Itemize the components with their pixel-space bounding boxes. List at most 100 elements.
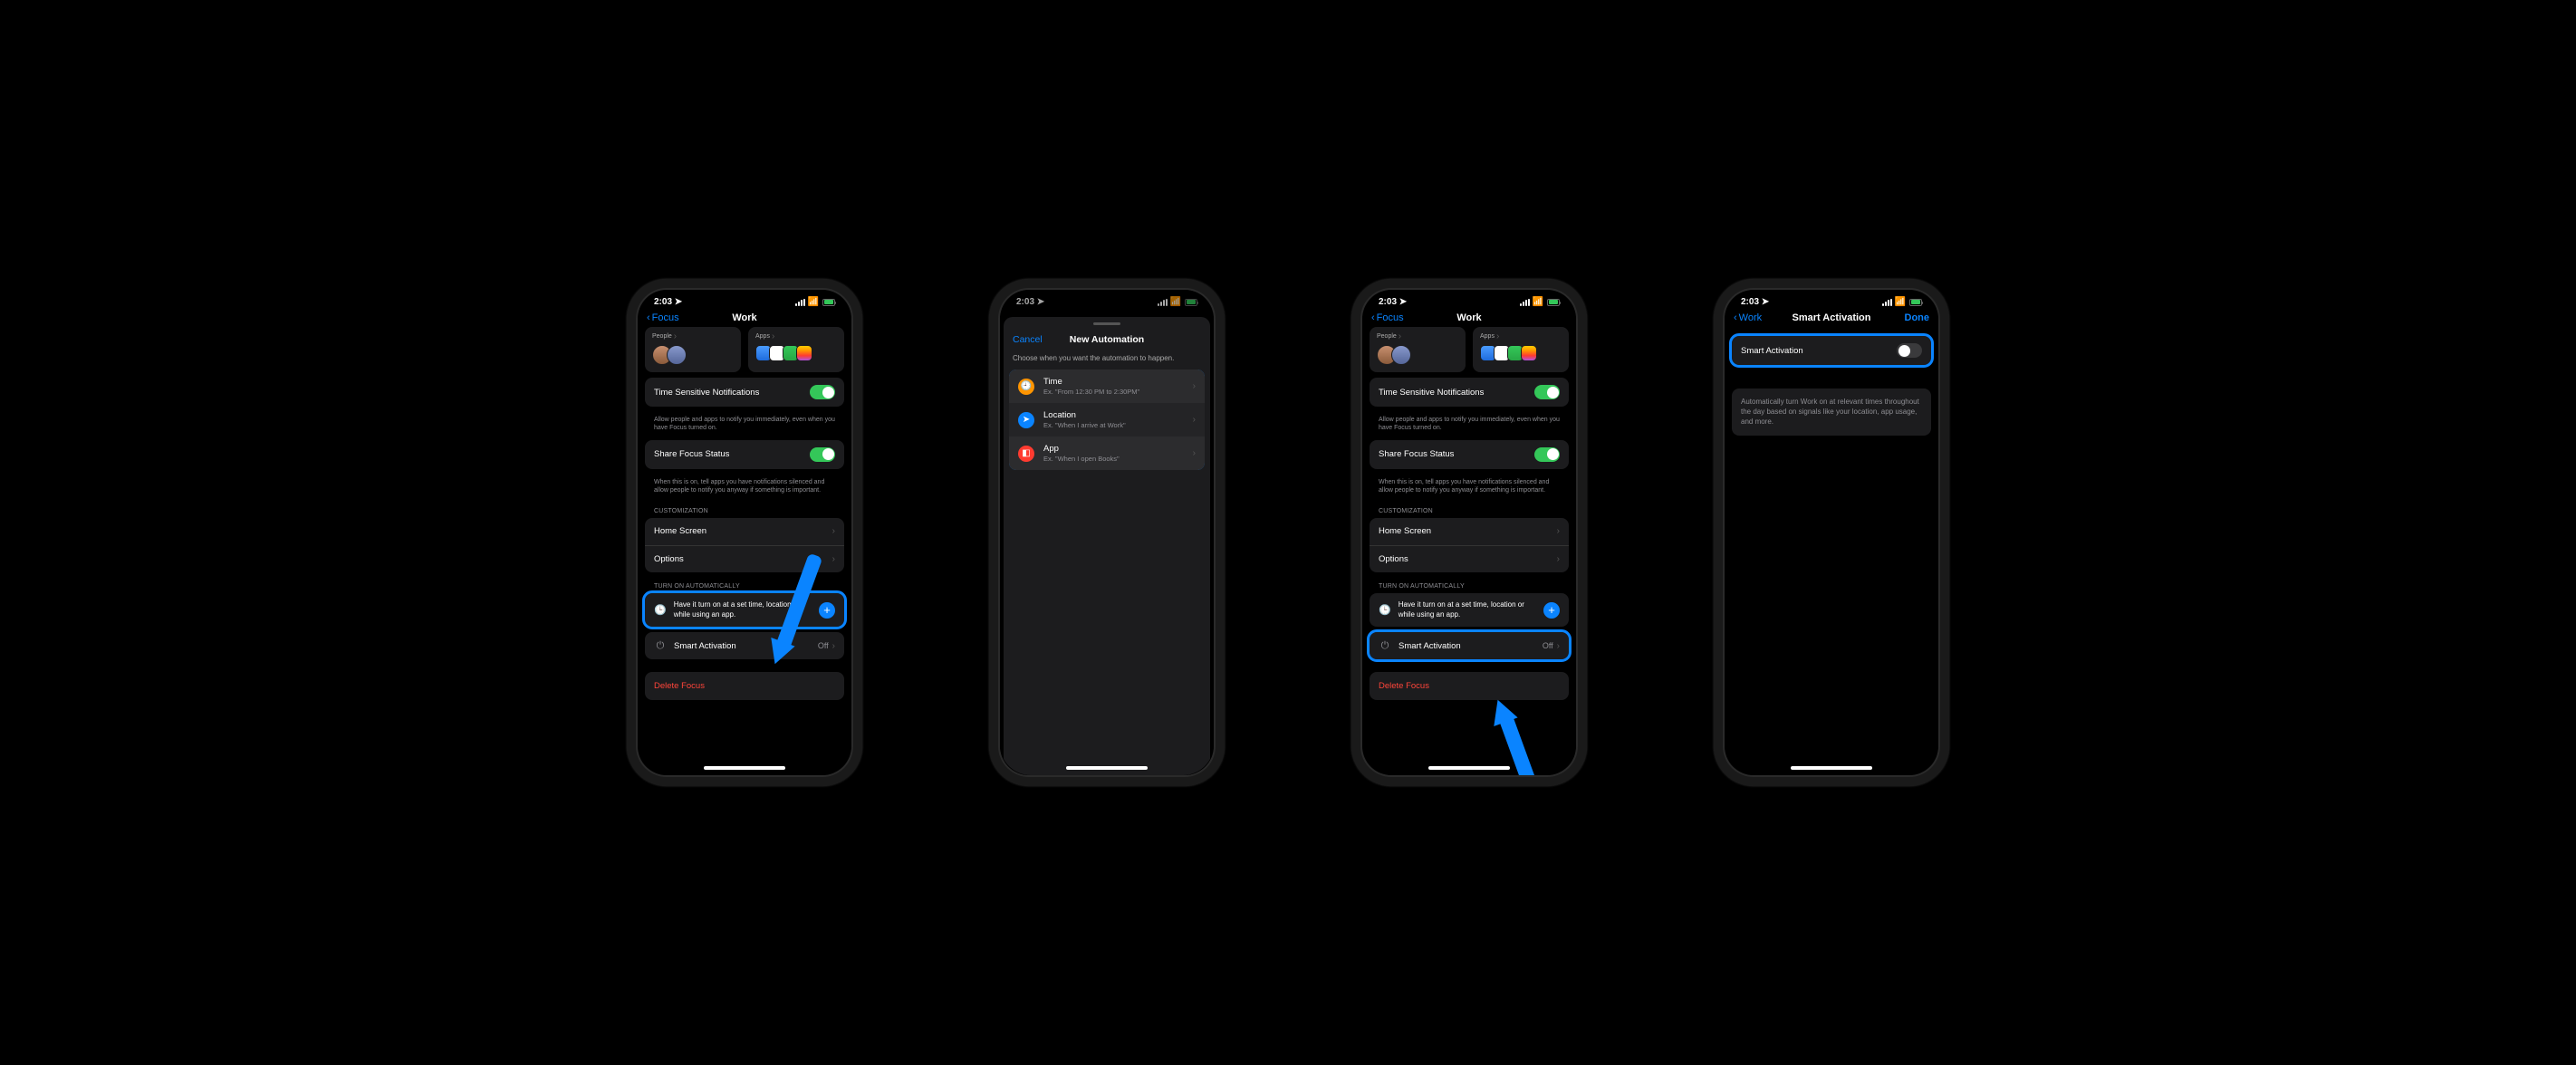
automation-app-row[interactable]: ◧ App Ex. "When I open Books" › (1009, 437, 1205, 470)
signal-icon (795, 299, 805, 306)
app-icon: ◧ (1018, 446, 1034, 462)
sheet-hint: Choose when you want the automation to h… (1004, 349, 1210, 369)
chevron-right-icon: › (674, 331, 677, 341)
share-footer: When this is on, tell apps you have noti… (1370, 475, 1569, 503)
battery-icon (1546, 299, 1560, 306)
home-label: Home Screen (1379, 526, 1431, 536)
notch (1786, 290, 1877, 310)
chevron-right-icon: › (1193, 381, 1196, 391)
time-sensitive-row[interactable]: Time Sensitive Notifications (1370, 378, 1569, 407)
home-indicator[interactable] (1066, 766, 1148, 770)
chevron-right-icon: › (1193, 448, 1196, 458)
chevron-left-icon: ‹ (1371, 312, 1375, 323)
add-automation-row[interactable]: 🕒 Have it turn on at a set time, locatio… (645, 593, 844, 628)
back-button[interactable]: ‹Work (1734, 312, 1762, 323)
people-label: People (652, 333, 672, 340)
tsn-toggle[interactable] (1534, 385, 1560, 399)
chevron-right-icon: › (1557, 641, 1560, 651)
people-avatars (652, 345, 734, 365)
tsn-toggle[interactable] (810, 385, 835, 399)
back-button[interactable]: ‹Focus (1371, 312, 1404, 323)
chevron-right-icon: › (1557, 526, 1560, 536)
time-sensitive-row[interactable]: Time Sensitive Notifications (645, 378, 844, 407)
status-icons: 📶 (1882, 297, 1922, 307)
share-focus-row[interactable]: Share Focus Status (645, 440, 844, 469)
automation-time-row[interactable]: 🕘 Time Ex. "From 12:30 PM to 2:30PM" › (1009, 369, 1205, 403)
auto-header: TURN ON AUTOMATICALLY (645, 578, 844, 593)
phone-smart-activation: 2:03 ➤ 📶 ‹Work Smart Activation Done Sma… (1714, 279, 1949, 786)
apps-card[interactable]: Apps› (1473, 327, 1569, 372)
smart-label: Smart Activation (1741, 346, 1803, 356)
smart-activation-row[interactable]: ⏻ Smart Activation Off › (645, 632, 844, 659)
apps-card[interactable]: Apps› (748, 327, 844, 372)
power-icon: ⏻ (654, 639, 667, 652)
apps-label: Apps (1480, 333, 1495, 340)
tsn-label: Time Sensitive Notifications (1379, 388, 1484, 398)
options-row[interactable]: Options› (1370, 545, 1569, 572)
smart-activation-row[interactable]: ⏻ Smart Activation Off › (1370, 632, 1569, 659)
status-time: 2:03 (1379, 297, 1397, 307)
chevron-right-icon: › (832, 526, 835, 536)
share-focus-row[interactable]: Share Focus Status (1370, 440, 1569, 469)
app-icon (796, 345, 812, 361)
notch (1424, 290, 1514, 310)
signal-icon (1882, 299, 1892, 306)
chevron-right-icon: › (1193, 415, 1196, 425)
home-label: Home Screen (654, 526, 706, 536)
smart-activation-toggle-row[interactable]: Smart Activation (1732, 336, 1931, 365)
smart-value: Off (818, 641, 829, 650)
back-label: Work (1739, 312, 1762, 323)
home-screen-row[interactable]: Home Screen › (1370, 518, 1569, 545)
add-automation-row[interactable]: 🕒 Have it turn on at a set time, locatio… (1370, 593, 1569, 628)
share-toggle[interactable] (810, 447, 835, 462)
wifi-icon: 📶 (808, 297, 819, 307)
chevron-left-icon: ‹ (1734, 312, 1737, 323)
battery-icon (822, 299, 835, 306)
chevron-right-icon: › (832, 641, 835, 651)
opt-title: Location (1043, 410, 1184, 420)
tsn-footer: Allow people and apps to notify you imme… (1370, 412, 1569, 440)
customization-header: CUSTOMIZATION (1370, 503, 1569, 518)
grabber[interactable] (1093, 322, 1120, 325)
smart-toggle[interactable] (1897, 343, 1922, 358)
back-label: Focus (652, 312, 679, 323)
status-time: 2:03 (1741, 297, 1759, 307)
sheet-title: New Automation (1004, 334, 1210, 345)
people-card[interactable]: People› (645, 327, 741, 372)
notch (1062, 290, 1152, 310)
wifi-icon: 📶 (1895, 297, 1906, 307)
home-indicator[interactable] (704, 766, 785, 770)
add-button[interactable]: + (819, 602, 835, 619)
phone-new-automation: 2:03 ➤ 📶 Cancel New Automation Choose wh… (989, 279, 1225, 786)
people-card[interactable]: People› (1370, 327, 1466, 372)
done-button[interactable]: Done (1905, 312, 1930, 323)
tsn-label: Time Sensitive Notifications (654, 388, 759, 398)
home-indicator[interactable] (1791, 766, 1872, 770)
smart-description: Automatically turn Work on at relevant t… (1741, 398, 1922, 427)
share-footer: When this is on, tell apps you have noti… (645, 475, 844, 503)
delete-focus-button[interactable]: Delete Focus (645, 672, 844, 700)
add-button[interactable]: + (1543, 602, 1560, 619)
status-time: 2:03 (654, 297, 672, 307)
back-button[interactable]: ‹Focus (647, 312, 679, 323)
home-screen-row[interactable]: Home Screen › (645, 518, 844, 545)
delete-focus-button[interactable]: Delete Focus (1370, 672, 1569, 700)
smart-label: Smart Activation (674, 641, 736, 651)
wifi-icon: 📶 (1533, 297, 1543, 307)
avatar (667, 345, 687, 365)
home-indicator[interactable] (1428, 766, 1510, 770)
app-icons (755, 345, 837, 361)
signal-icon (1520, 299, 1530, 306)
automation-location-row[interactable]: ➤ Location Ex. "When I arrive at Work" › (1009, 403, 1205, 437)
new-automation-sheet: Cancel New Automation Choose when you wa… (1004, 317, 1210, 775)
battery-icon (1908, 299, 1922, 306)
status-icons: 📶 (795, 297, 835, 307)
opt-sub: Ex. "From 12:30 PM to 2:30PM" (1043, 388, 1184, 396)
opt-title: App (1043, 444, 1184, 454)
status-icons: 📶 (1520, 297, 1560, 307)
customization-header: CUSTOMIZATION (645, 503, 844, 518)
share-toggle[interactable] (1534, 447, 1560, 462)
opt-sub: Ex. "When I open Books" (1043, 455, 1184, 463)
tsn-footer: Allow people and apps to notify you imme… (645, 412, 844, 440)
options-row[interactable]: Options › (645, 545, 844, 572)
